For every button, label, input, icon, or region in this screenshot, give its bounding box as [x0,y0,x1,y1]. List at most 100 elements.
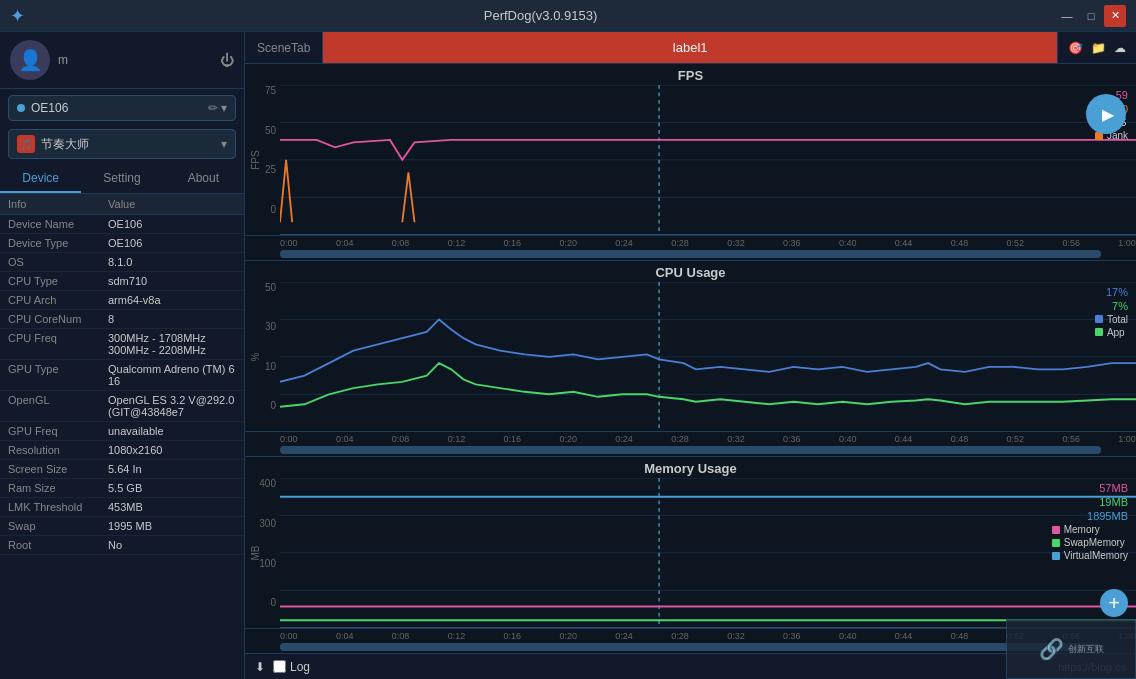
x-axis-label: 0:44 [895,631,913,641]
info-key: GPU Freq [8,425,108,437]
fps-svg [280,85,1136,235]
info-key: Ram Size [8,482,108,494]
x-axis-label: 0:24 [615,238,633,248]
info-value: OpenGL ES 3.2 V@292.0 (GIT@43848e7 [108,394,236,418]
tab-device[interactable]: Device [0,165,81,193]
cpu-app-dot [1095,328,1103,336]
x-axis-label: 0:40 [839,434,857,444]
folder-icon[interactable]: 📁 [1091,41,1106,55]
cpu-svg [280,282,1136,432]
expand-icon[interactable]: ⬇ [255,660,265,674]
x-axis-label: 0:16 [504,434,522,444]
x-axis-label: 0:48 [951,434,969,444]
main-layout: 👤 m ⏻ OE106 ✏ ▾ 🎵 节奏大师 ▾ Device Setting … [0,32,1136,679]
x-axis-label: 0:32 [727,238,745,248]
cpu-total-dot [1095,315,1103,323]
x-axis-label: 0:08 [392,434,410,444]
info-value: OE106 [108,218,236,230]
play-button[interactable] [1086,94,1126,134]
x-axis-label: 0:12 [448,238,466,248]
fps-chart-title: FPS [245,68,1136,83]
cpu-total-value: 17% [1095,286,1128,298]
x-axis-label: 0:48 [951,238,969,248]
table-row: Ram Size5.5 GB [0,479,244,498]
cpu-chart-title: CPU Usage [245,265,1136,280]
info-rows: Device NameOE106 Device TypeOE106 OS8.1.0 C… [0,215,244,555]
col-value: Value [108,198,236,210]
info-key: Resolution [8,444,108,456]
table-row: LMK Threshold453MB [0,498,244,517]
table-row: OS8.1.0 [0,253,244,272]
table-row: OpenGLOpenGL ES 3.2 V@292.0 (GIT@43848e7 [0,391,244,422]
info-key: Device Type [8,237,108,249]
scene-tab-label[interactable]: SceneTab [245,32,323,63]
scene-icons: 🎯 📁 ☁ [1058,32,1136,63]
x-axis-label: 0:12 [448,631,466,641]
cpu-chart-area: 17% 7% Total App [280,282,1136,432]
table-row: GPU Frequnavailable [0,422,244,441]
watermark-text: 创新互联 [1068,643,1104,656]
x-axis-label: 0:04 [336,238,354,248]
memory-chart-area: 57MB 19MB 1895MB Memory SwapMemory [280,478,1136,628]
tab-setting[interactable]: Setting [81,165,162,193]
scene-label1[interactable]: label1 [323,32,1058,63]
info-table-header: Info Value [0,194,244,215]
x-axis-label: 0:28 [671,631,689,641]
cpu-scrollbar-thumb[interactable] [280,446,1101,454]
location-icon[interactable]: 🎯 [1068,41,1083,55]
minimize-button[interactable]: — [1056,5,1078,27]
cpu-y-label: % [250,347,261,367]
memory-scrollbar-thumb[interactable] [280,643,1101,651]
info-key: CPU Freq [8,332,108,344]
close-button[interactable]: ✕ [1104,5,1126,27]
app-selector[interactable]: 🎵 节奏大师 ▾ [8,129,236,159]
add-chart-button[interactable]: + [1100,589,1128,617]
table-row: Screen Size5.64 In [0,460,244,479]
info-value: sdm710 [108,275,236,287]
maximize-button[interactable]: □ [1080,5,1102,27]
swap-value: 19MB [1052,496,1128,508]
info-value: unavailable [108,425,236,437]
info-value: 1995 MB [108,520,236,532]
info-key: Swap [8,520,108,532]
x-axis-label: 0:12 [448,434,466,444]
cpu-scrollbar[interactable] [280,446,1101,454]
device-selector[interactable]: OE106 ✏ ▾ [8,95,236,121]
tab-bar: Device Setting About [0,165,244,194]
cpu-legend: 17% 7% Total App [1095,286,1128,338]
cloud-icon[interactable]: ☁ [1114,41,1126,55]
log-checkbox[interactable] [273,660,286,673]
table-row: Swap1995 MB [0,517,244,536]
info-value: arm64-v8a [108,294,236,306]
info-key: OpenGL [8,394,108,406]
x-axis-label: 0:04 [336,434,354,444]
right-panel: SceneTab label1 🎯 📁 ☁ FPS 75 50 25 [245,32,1136,679]
x-axis-label: 0:40 [839,238,857,248]
x-axis-label: 0:52 [1007,238,1025,248]
fps-scrollbar[interactable] [280,250,1101,258]
table-row: Resolution1080x2160 [0,441,244,460]
x-axis-label: 0:24 [615,631,633,641]
table-row: GPU TypeQualcomm Adreno (TM) 616 [0,360,244,391]
watermark-icon: 🔗 [1039,637,1064,661]
x-axis-label: 0:20 [559,434,577,444]
memory-scrollbar[interactable] [280,643,1101,651]
x-axis-label: 0:56 [1062,434,1080,444]
x-axis-label: 0:08 [392,238,410,248]
tab-about[interactable]: About [163,165,244,193]
cpu-chart: CPU Usage 50 30 10 0 % [245,261,1136,458]
x-axis-label: 0:00 [280,434,298,444]
x-axis-label: 0:36 [783,434,801,444]
memory-legend: 57MB 19MB 1895MB Memory SwapMemory [1052,482,1128,561]
table-row: CPU Freq300MHz - 1708MHz300MHz - 2208MHz [0,329,244,360]
cpu-app-value: 7% [1095,300,1128,312]
info-key: Root [8,539,108,551]
fps-scrollbar-thumb[interactable] [280,250,1101,258]
power-icon[interactable]: ⏻ [220,52,234,68]
virtual-legend-item: VirtualMemory [1052,550,1128,561]
table-row: Device NameOE106 [0,215,244,234]
user-area: 👤 m ⏻ [0,32,244,89]
x-axis-label: 0:28 [671,238,689,248]
virtual-value: 1895MB [1052,510,1128,522]
x-axis-label: 0:48 [951,631,969,641]
